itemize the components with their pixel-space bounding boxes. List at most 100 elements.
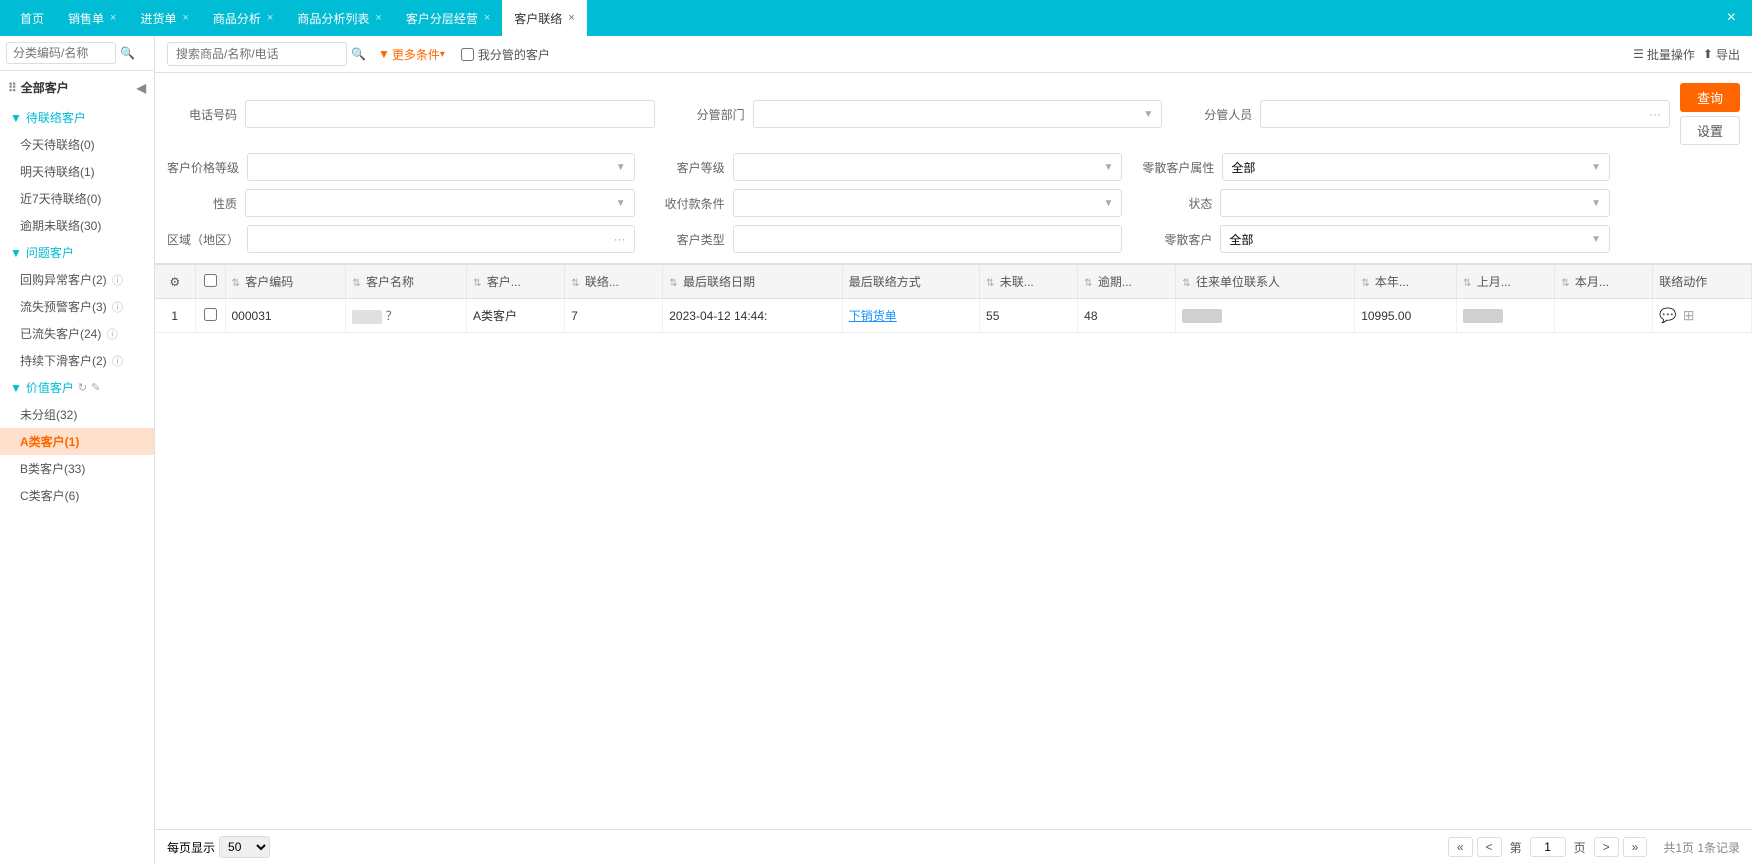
name-sort-icon: ⇅ <box>352 278 360 289</box>
nav-analysis[interactable]: 商品分析 × <box>201 0 285 36</box>
phone-input[interactable] <box>245 100 655 128</box>
sidebar-item-unclassified[interactable]: 未分组(32) <box>0 401 154 428</box>
sidebar-item-lost-potential[interactable]: 流失预警客户(3) ⓘ <box>0 293 154 320</box>
col-this-year[interactable]: ⇅ 本年... <box>1355 265 1457 299</box>
sidebar-item-overdue[interactable]: 逾期未联络(30) <box>0 212 154 239</box>
nav-customer-contact[interactable]: 客户联络 × <box>502 0 586 36</box>
manager-select[interactable]: ··· <box>1260 100 1670 128</box>
col-unit-contact[interactable]: ⇅ 往来单位联系人 <box>1176 265 1355 299</box>
query-button[interactable]: 查询 <box>1680 83 1740 112</box>
price-level-select[interactable]: ▼ <box>247 153 635 181</box>
close-all-button[interactable]: × <box>1719 5 1744 31</box>
sidebar-section-pending[interactable]: ▼ 待联络客户 <box>0 104 154 131</box>
status-label: 状态 <box>1142 195 1212 212</box>
region-select[interactable]: ··· <box>247 225 635 253</box>
next-page-button[interactable]: > <box>1594 837 1619 857</box>
col-last-month[interactable]: ⇅ 上月... <box>1457 265 1555 299</box>
last-month-blurred <box>1463 309 1503 323</box>
toolbar-search-button[interactable]: 🔍 <box>347 47 370 61</box>
export-button[interactable]: ⬆ 导出 <box>1703 46 1740 63</box>
settings-col-icon[interactable]: ⚙ <box>169 275 180 289</box>
col-contact-count[interactable]: ⇅ 联络... <box>565 265 663 299</box>
qrcode-icon[interactable]: ⊞ <box>1683 307 1695 324</box>
value-refresh-icon[interactable]: ↻ <box>78 381 87 394</box>
page-number-input[interactable] <box>1530 837 1566 857</box>
batch-ops-button[interactable]: ☰ 批量操作 <box>1633 46 1695 63</box>
sidebar-section-value[interactable]: ▼ 价值客户 ↻ ✎ <box>0 374 154 401</box>
sidebar: 🔍 ⠿ 全部客户 ◀ ▼ 待联络客户 今天待联络(0) 明天待联络(1) 近7天… <box>0 36 155 864</box>
nav-analysis-close[interactable]: × <box>267 12 273 24</box>
sidebar-section-problem[interactable]: ▼ 问题客户 <box>0 239 154 266</box>
col-name[interactable]: ⇅ 客户名称 <box>346 265 467 299</box>
row-checkbox[interactable] <box>204 308 217 321</box>
row-name: ？ <box>346 299 467 333</box>
last-contact-method-link[interactable]: 下销货单 <box>849 309 897 323</box>
sidebar-search-input[interactable] <box>6 42 116 64</box>
nav-home[interactable]: 首页 <box>8 0 56 36</box>
chat-icon[interactable]: 💬 <box>1659 307 1676 324</box>
problem-arrow-icon: ▼ <box>10 246 22 260</box>
col-this-month[interactable]: ⇅ 本月... <box>1555 265 1653 299</box>
sidebar-item-repeat-abnormal[interactable]: 回购异常客户(2) ⓘ <box>0 266 154 293</box>
nav-customer-contact-close[interactable]: × <box>568 12 574 24</box>
col-customer-type[interactable]: ⇅ 客户... <box>467 265 565 299</box>
toolbar-right: ☰ 批量操作 ⬆ 导出 <box>1633 46 1740 63</box>
customer-type-input[interactable] <box>733 225 1123 253</box>
nature-select[interactable]: ▼ <box>245 189 635 217</box>
filter-field-customer-level: 客户等级 ▼ <box>655 153 1123 181</box>
select-all-checkbox[interactable] <box>204 274 217 287</box>
toolbar-search-input[interactable] <box>167 42 347 66</box>
sidebar-item-class-c[interactable]: C类客户(6) <box>0 482 154 509</box>
customer-level-select[interactable]: ▼ <box>733 153 1123 181</box>
col-settings[interactable]: ⚙ <box>155 265 195 299</box>
nav-sales-close[interactable]: × <box>110 12 116 24</box>
sidebar-item-class-b[interactable]: B类客户(33) <box>0 455 154 482</box>
sidebar-item-7days[interactable]: 近7天待联络(0) <box>0 185 154 212</box>
payment-label: 收付款条件 <box>655 195 725 212</box>
col-last-contact-date[interactable]: ⇅ 最后联络日期 <box>663 265 842 299</box>
col-code[interactable]: ⇅ 客户编码 <box>225 265 346 299</box>
filter-row-4: 区域（地区） ··· 客户类型 零散客户 全部 ▼ <box>167 225 1740 253</box>
nav-purchase-close[interactable]: × <box>182 12 188 24</box>
toolbar-filter-btn[interactable]: ▼ 更多条件 ▾ <box>378 46 445 63</box>
first-page-button[interactable]: « <box>1448 837 1473 857</box>
prev-page-button[interactable]: < <box>1477 837 1502 857</box>
action-icons-group: 💬 ⊞ <box>1659 307 1745 324</box>
nature-arrow: ▼ <box>616 198 626 209</box>
dept-label: 分管部门 <box>675 106 745 123</box>
payment-select[interactable]: ▼ <box>733 189 1123 217</box>
col-overdue[interactable]: ⇅ 逾期... <box>1078 265 1176 299</box>
my-customers-checkbox[interactable] <box>461 48 474 61</box>
status-select[interactable]: ▼ <box>1220 189 1610 217</box>
page-size-select[interactable]: 20 50 100 <box>219 836 270 858</box>
nav-customer-mgmt-close[interactable]: × <box>484 12 490 24</box>
sidebar-collapse-btn[interactable]: ◀ <box>137 81 146 95</box>
customer-level-arrow: ▼ <box>1103 162 1113 173</box>
nav-analysis-list-close[interactable]: × <box>375 12 381 24</box>
nav-sales[interactable]: 销售单 × <box>56 0 128 36</box>
nav-analysis-list[interactable]: 商品分析列表 × <box>285 0 393 36</box>
sidebar-item-already-lost[interactable]: 已流失客户(24) ⓘ <box>0 320 154 347</box>
row-actions: 💬 ⊞ <box>1653 299 1752 333</box>
my-customers-checkbox-label[interactable]: 我分管的客户 <box>461 46 550 63</box>
col-last-contact-method: 最后联络方式 <box>842 265 979 299</box>
value-edit-icon[interactable]: ✎ <box>91 381 100 394</box>
sidebar-item-persistent-decline[interactable]: 持续下滑客户(2) ⓘ <box>0 347 154 374</box>
nav-customer-mgmt[interactable]: 客户分层经营 × <box>394 0 502 36</box>
settings-button[interactable]: 设置 <box>1680 116 1740 145</box>
sidebar-search-icon[interactable]: 🔍 <box>120 46 135 60</box>
sidebar-item-tomorrow[interactable]: 明天待联络(1) <box>0 158 154 185</box>
col-no-contact[interactable]: ⇅ 未联... <box>980 265 1078 299</box>
row-this-month <box>1555 299 1653 333</box>
row-last-contact-method[interactable]: 下销货单 <box>842 299 979 333</box>
nav-purchase[interactable]: 进货单 × <box>128 0 200 36</box>
pagination-bar: 每页显示 20 50 100 « < 第 页 > » 共1页 1条记录 <box>155 829 1752 864</box>
sidebar-item-class-a[interactable]: A类客户(1) <box>0 428 154 455</box>
sidebar-item-today[interactable]: 今天待联络(0) <box>0 131 154 158</box>
batch-ops-icon: ☰ <box>1633 47 1644 61</box>
retail-select[interactable]: 全部 ▼ <box>1220 225 1610 253</box>
last-page-button[interactable]: » <box>1623 837 1648 857</box>
filter-row-1: 电话号码 分管部门 ▼ 分管人员 ··· 查询 <box>167 83 1740 145</box>
dept-select[interactable]: ▼ <box>753 100 1163 128</box>
retail-attr-select[interactable]: 全部 ▼ <box>1222 153 1610 181</box>
